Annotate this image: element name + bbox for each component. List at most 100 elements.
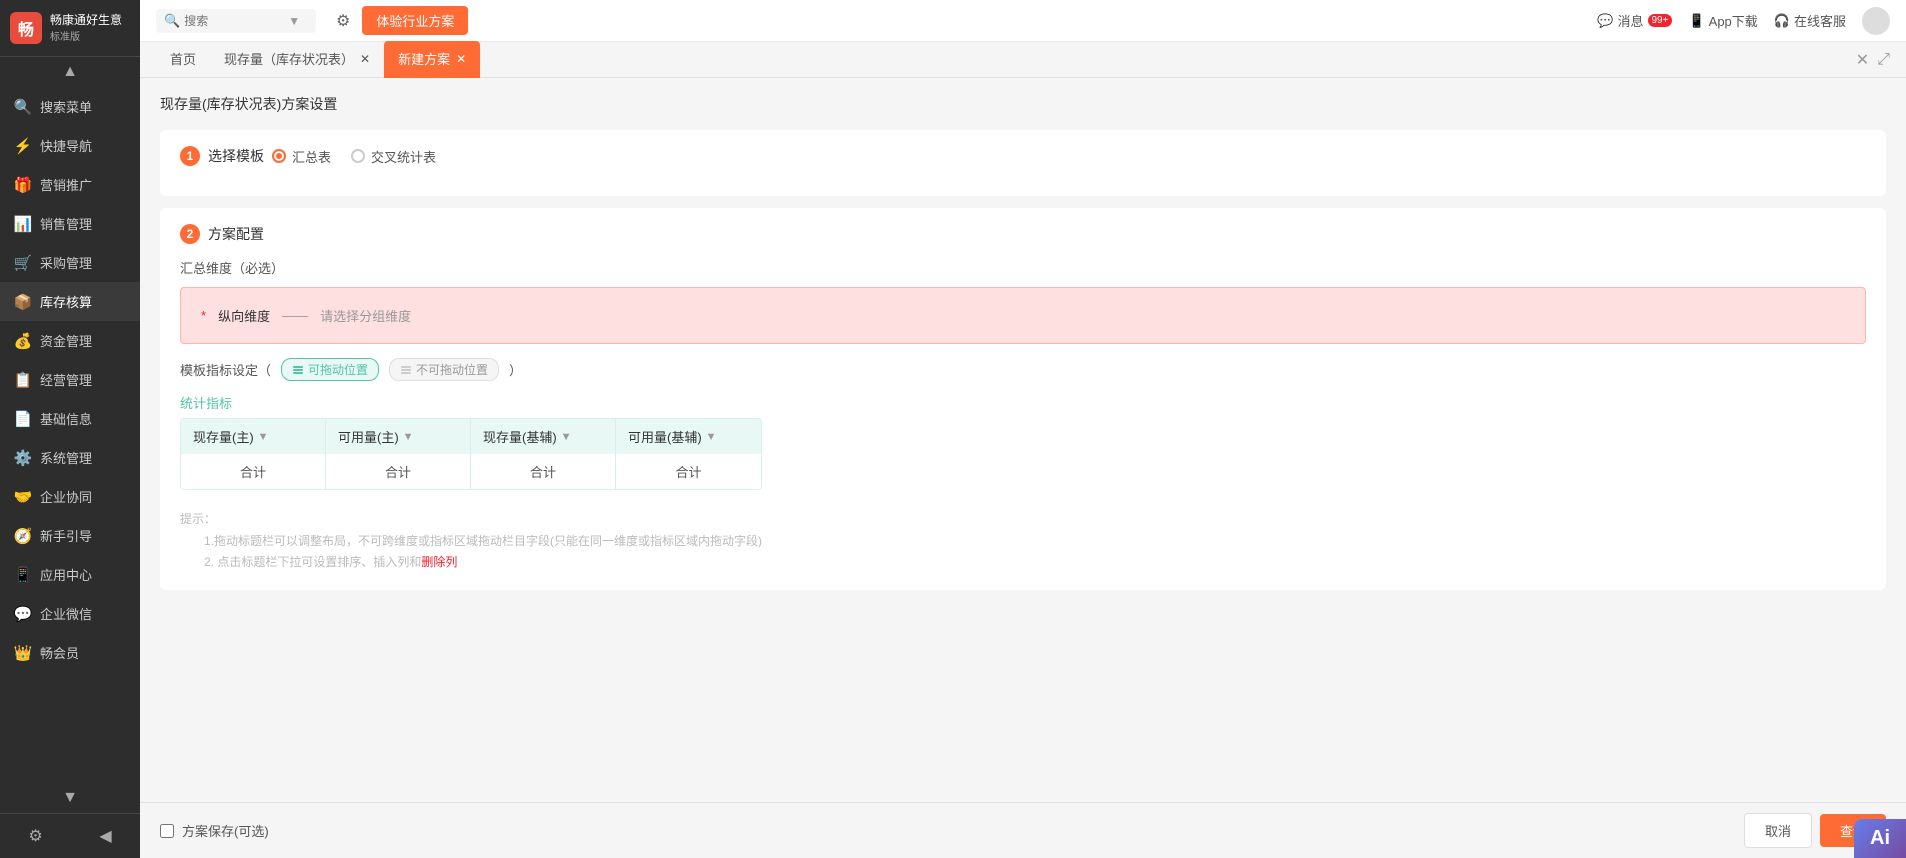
sidebar-item-label: 企业协同 (40, 487, 92, 506)
app-download-btn[interactable]: 📱 App下载 (1688, 11, 1757, 30)
sidebar-item-member[interactable]: 👑 畅会员 (0, 633, 140, 672)
sidebar-item-search[interactable]: 🔍 搜索菜单 (0, 87, 140, 126)
online-service-btn[interactable]: 🎧 在线客服 (1774, 11, 1846, 30)
cancel-button[interactable]: 取消 (1744, 813, 1812, 848)
sidebar-item-inventory[interactable]: 📦 库存核算 (0, 282, 140, 321)
sidebar-item-purchase[interactable]: 🛒 采购管理 (0, 243, 140, 282)
messages-btn[interactable]: 💬 消息 99+ (1597, 11, 1672, 30)
radio-summary-label: 汇总表 (292, 147, 331, 166)
dimension-required-mark: * (201, 308, 206, 323)
purchase-icon: 🛒 (14, 254, 32, 272)
tab-bar: 首页 现存量（库存状况表） ✕ 新建方案 ✕ ✕ ⤢ (140, 42, 1906, 78)
radio-crosstab-dot (351, 149, 365, 163)
sidebar-item-label: 营销推广 (40, 175, 92, 194)
non-draggable-badge: 不可拖动位置 (389, 358, 499, 381)
sidebar-item-quicknav[interactable]: ⚡ 快捷导航 (0, 126, 140, 165)
sidebar-nav: 🔍 搜索菜单 ⚡ 快捷导航 🎁 营销推广 📊 销售管理 🛒 采购管理 📦 库存核… (0, 87, 140, 783)
tab-new-plan[interactable]: 新建方案 ✕ (384, 41, 480, 78)
sidebar-item-label: 快捷导航 (40, 136, 92, 155)
stats-col-3[interactable]: 现存量(基辅) ▼ (471, 419, 616, 454)
main-area: 🔍 ▼ ⚙ 体验行业方案 💬 消息 99+ 📱 App下载 🎧 在线客服 (140, 0, 1906, 858)
topbar-right: 💬 消息 99+ 📱 App下载 🎧 在线客服 (1597, 7, 1890, 35)
non-draggable-icon (400, 364, 412, 376)
sidebar-item-cooperation[interactable]: 🤝 企业协同 (0, 477, 140, 516)
radio-crosstab[interactable]: 交叉统计表 (351, 147, 436, 166)
search-input[interactable] (184, 14, 284, 28)
collapse-icon[interactable]: ◀ (91, 822, 119, 850)
sidebar-item-basic[interactable]: 📄 基础信息 (0, 399, 140, 438)
sidebar-scroll-down[interactable]: ▼ (0, 783, 140, 813)
stats-col-2[interactable]: 可用量(主) ▼ (326, 419, 471, 454)
logo-icon: 畅 (10, 12, 42, 44)
sidebar: 畅 畅康通好生意 标准版 ▲ 🔍 搜索菜单 ⚡ 快捷导航 🎁 营销推广 📊 销售… (0, 0, 140, 858)
sidebar-item-operations[interactable]: 📋 经营管理 (0, 360, 140, 399)
sidebar-item-newbie[interactable]: 🧭 新手引导 (0, 516, 140, 555)
draggable-icon (292, 364, 304, 376)
tips-section: 提示： 1.拖动标题栏可以调整布局，不可跨维度或指标区域拖动栏目字段(只能在同一… (180, 509, 1866, 574)
sidebar-item-wechat[interactable]: 💬 企业微信 (0, 594, 140, 633)
tab-home[interactable]: 首页 (156, 41, 210, 78)
tab-close-all-icon[interactable]: ✕ (1856, 50, 1869, 70)
tab-new-plan-close-icon[interactable]: ✕ (456, 52, 466, 66)
indicator-setting-label: 模板指标设定（ (180, 360, 271, 379)
app-download-label: App下载 (1709, 11, 1758, 30)
stats-col-4-label: 可用量(基辅) (628, 427, 702, 446)
sidebar-item-marketing[interactable]: 🎁 营销推广 (0, 165, 140, 204)
col-2-chevron-icon[interactable]: ▼ (403, 431, 414, 443)
stats-col-2-label: 可用量(主) (338, 427, 399, 446)
tab-expand-icon[interactable]: ⤢ (1877, 51, 1890, 69)
stats-cell-2: 合计 (326, 454, 471, 489)
stats-col-4[interactable]: 可用量(基辅) ▼ (616, 419, 761, 454)
tab-new-plan-label: 新建方案 (398, 49, 450, 68)
user-avatar[interactable] (1862, 7, 1890, 35)
headset-icon: 🎧 (1774, 13, 1790, 29)
stats-col-1[interactable]: 现存量(主) ▼ (181, 419, 326, 454)
sidebar-item-label: 应用中心 (40, 565, 92, 584)
message-icon: 💬 (1597, 13, 1613, 29)
messages-badge: 99+ (1648, 14, 1673, 27)
sidebar-logo: 畅 畅康通好生意 标准版 (0, 0, 140, 57)
col-3-chevron-icon[interactable]: ▼ (561, 431, 572, 443)
search-menu-icon: 🔍 (14, 98, 32, 116)
radio-summary[interactable]: 汇总表 (272, 147, 331, 166)
step2-section: 2 方案配置 汇总维度（必选） * 纵向维度 —— 请选择分组维度 模板指标设定… (160, 208, 1886, 590)
step1-header: 1 选择模板 汇总表 交叉统计表 (180, 146, 1866, 166)
dimension-dash: —— (282, 308, 308, 323)
sidebar-item-label: 企业微信 (40, 604, 92, 623)
sidebar-scroll-up[interactable]: ▲ (0, 57, 140, 87)
sidebar-item-finance[interactable]: 💰 资金管理 (0, 321, 140, 360)
indicator-setting: 模板指标设定（ 可拖动位置 不可拖动位置 ） (180, 358, 1866, 381)
search-box[interactable]: 🔍 ▼ (156, 9, 316, 33)
trial-industry-button[interactable]: 体验行业方案 (362, 6, 468, 35)
appcenter-icon: 📱 (14, 566, 32, 584)
radio-summary-dot (272, 149, 286, 163)
sidebar-item-appcenter[interactable]: 📱 应用中心 (0, 555, 140, 594)
sidebar-item-label: 经营管理 (40, 370, 92, 389)
topbar: 🔍 ▼ ⚙ 体验行业方案 💬 消息 99+ 📱 App下载 🎧 在线客服 (140, 0, 1906, 42)
col-1-chevron-icon[interactable]: ▼ (258, 431, 269, 443)
sidebar-item-label: 库存核算 (40, 292, 92, 311)
col-4-chevron-icon[interactable]: ▼ (706, 431, 717, 443)
sidebar-item-label: 畅会员 (40, 643, 79, 662)
tip-highlight: 删除列 (421, 555, 457, 569)
tab-inventory-close-icon[interactable]: ✕ (360, 52, 370, 66)
template-options: 汇总表 交叉统计表 (272, 147, 436, 166)
phone-icon: 📱 (1688, 13, 1704, 29)
sidebar-item-system[interactable]: ⚙️ 系统管理 (0, 438, 140, 477)
stats-cell-1: 合计 (181, 454, 326, 489)
step1-badge: 1 (180, 146, 200, 166)
dimension-area[interactable]: * 纵向维度 —— 请选择分组维度 (180, 287, 1866, 344)
messages-label: 消息 (1617, 11, 1643, 30)
settings-icon[interactable]: ⚙ (20, 822, 50, 850)
operations-icon: 📋 (14, 371, 32, 389)
topbar-gear-icon[interactable]: ⚙ (336, 11, 350, 31)
stats-table: 现存量(主) ▼ 可用量(主) ▼ 现存量(基辅) ▼ 可用量(基辅) ▼ (180, 418, 762, 490)
sidebar-item-label: 系统管理 (40, 448, 92, 467)
tab-inventory[interactable]: 现存量（库存状况表） ✕ (210, 41, 384, 78)
sidebar-item-sales[interactable]: 📊 销售管理 (0, 204, 140, 243)
save-checkbox[interactable] (160, 824, 174, 838)
search-chevron-icon[interactable]: ▼ (288, 14, 300, 28)
marketing-icon: 🎁 (14, 176, 32, 194)
search-icon: 🔍 (164, 13, 180, 29)
ai-button[interactable]: Ai (1854, 819, 1906, 858)
